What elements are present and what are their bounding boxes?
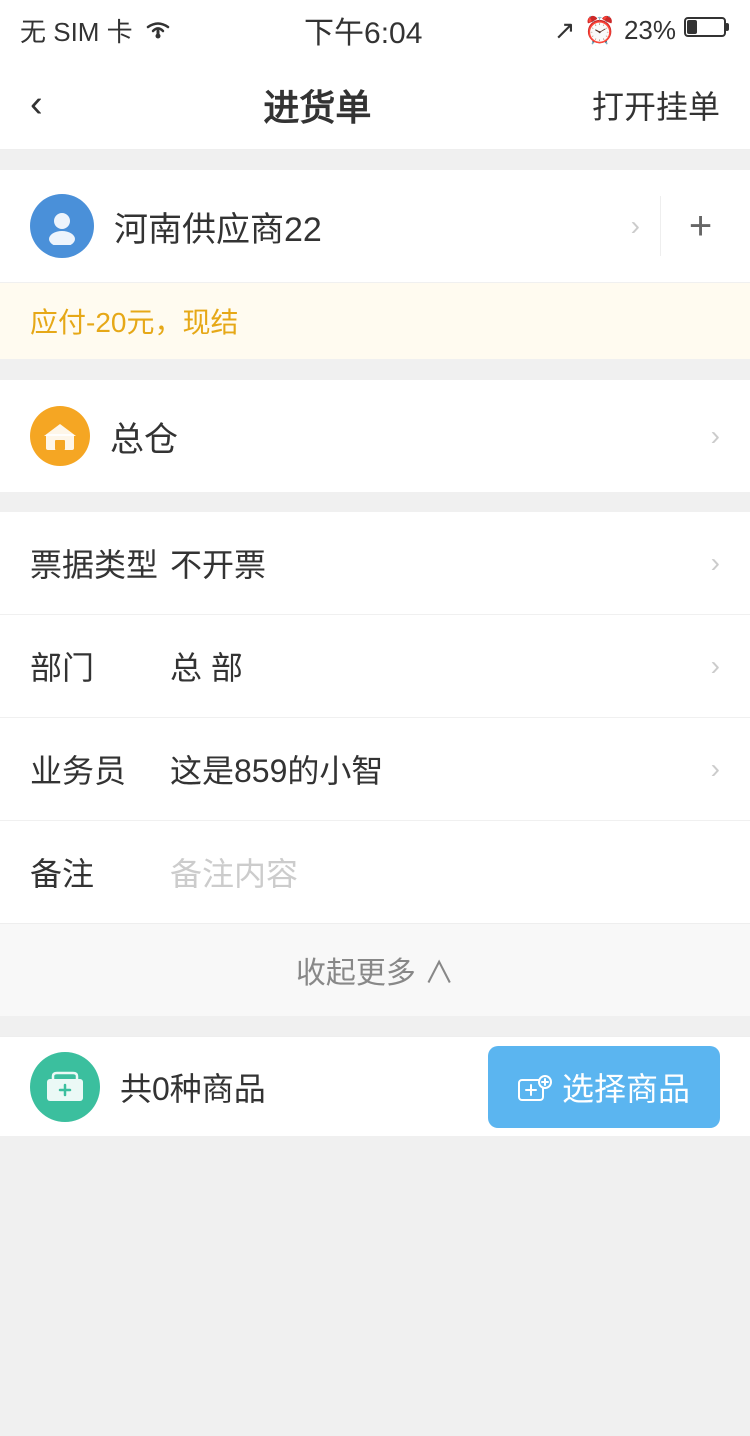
select-product-icon: [518, 1068, 552, 1105]
supplier-name: 河南供应商22: [114, 202, 631, 251]
status-left: 无 SIM 卡: [20, 12, 173, 49]
warehouse-chevron-icon: ›: [711, 420, 720, 452]
invoice-type-chevron-icon: ›: [711, 547, 720, 579]
supplier-avatar: [30, 194, 94, 258]
warehouse-row[interactable]: 总仓 ›: [0, 380, 750, 492]
invoice-type-row[interactable]: 票据类型 不开票 ›: [0, 512, 750, 614]
select-product-label: 选择商品: [562, 1064, 690, 1110]
product-count-label: 共0种商品: [120, 1064, 488, 1110]
notice-bar: 应付-20元，现结: [0, 283, 750, 360]
department-row[interactable]: 部门 总 部 ›: [0, 614, 750, 717]
alarm-icon: ⏰: [584, 15, 616, 46]
product-icon: [30, 1052, 100, 1122]
supplier-card: 河南供应商22 › + 应付-20元，现结: [0, 170, 750, 360]
warehouse-name: 总仓: [110, 412, 711, 461]
bottom-bar: 共0种商品 选择商品: [0, 1036, 750, 1136]
status-time: 下午6:04: [304, 8, 422, 52]
wifi-icon: [143, 15, 173, 46]
invoice-type-label: 票据类型: [30, 540, 170, 586]
nav-bar: ‹ 进货单 打开挂单: [0, 60, 750, 150]
collapse-label: 收起更多 ∧: [296, 957, 454, 990]
battery-icon: [684, 15, 730, 46]
section-gap-2: [0, 360, 750, 380]
open-pending-button[interactable]: 打开挂单: [592, 82, 720, 128]
location-icon: ↗: [554, 15, 576, 46]
back-button[interactable]: ‹: [30, 83, 43, 126]
salesperson-row[interactable]: 业务员 这是859的小智 ›: [0, 717, 750, 820]
page-title: 进货单: [263, 79, 371, 131]
collapse-button[interactable]: 收起更多 ∧: [0, 923, 750, 1016]
remark-row[interactable]: 备注 备注内容: [0, 820, 750, 923]
select-product-button[interactable]: 选择商品: [488, 1046, 720, 1128]
form-card: 票据类型 不开票 › 部门 总 部 › 业务员 这是859的小智 › 备注 备注…: [0, 512, 750, 1016]
section-gap-3: [0, 492, 750, 512]
remark-label: 备注: [30, 849, 170, 895]
warehouse-icon: [30, 406, 90, 466]
department-chevron-icon: ›: [711, 650, 720, 682]
salesperson-label: 业务员: [30, 746, 170, 792]
page-background: [0, 1136, 750, 1436]
status-right: ↗ ⏰ 23%: [554, 15, 730, 46]
battery-label: 23%: [624, 15, 676, 46]
carrier-label: 无 SIM 卡: [20, 12, 133, 49]
invoice-type-value: 不开票: [170, 540, 711, 586]
remark-placeholder[interactable]: 备注内容: [170, 849, 720, 895]
salesperson-chevron-icon: ›: [711, 753, 720, 785]
supplier-chevron-icon: ›: [631, 210, 640, 242]
add-button[interactable]: +: [660, 196, 720, 256]
status-bar: 无 SIM 卡 下午6:04 ↗ ⏰ 23%: [0, 0, 750, 60]
warehouse-card[interactable]: 总仓 ›: [0, 380, 750, 492]
section-gap-4: [0, 1016, 750, 1036]
section-gap-1: [0, 150, 750, 170]
department-value: 总 部: [170, 643, 711, 689]
department-label: 部门: [30, 643, 170, 689]
supplier-row[interactable]: 河南供应商22 › +: [0, 170, 750, 283]
salesperson-value: 这是859的小智: [170, 746, 711, 792]
notice-text: 应付-20元，现结: [30, 307, 238, 338]
